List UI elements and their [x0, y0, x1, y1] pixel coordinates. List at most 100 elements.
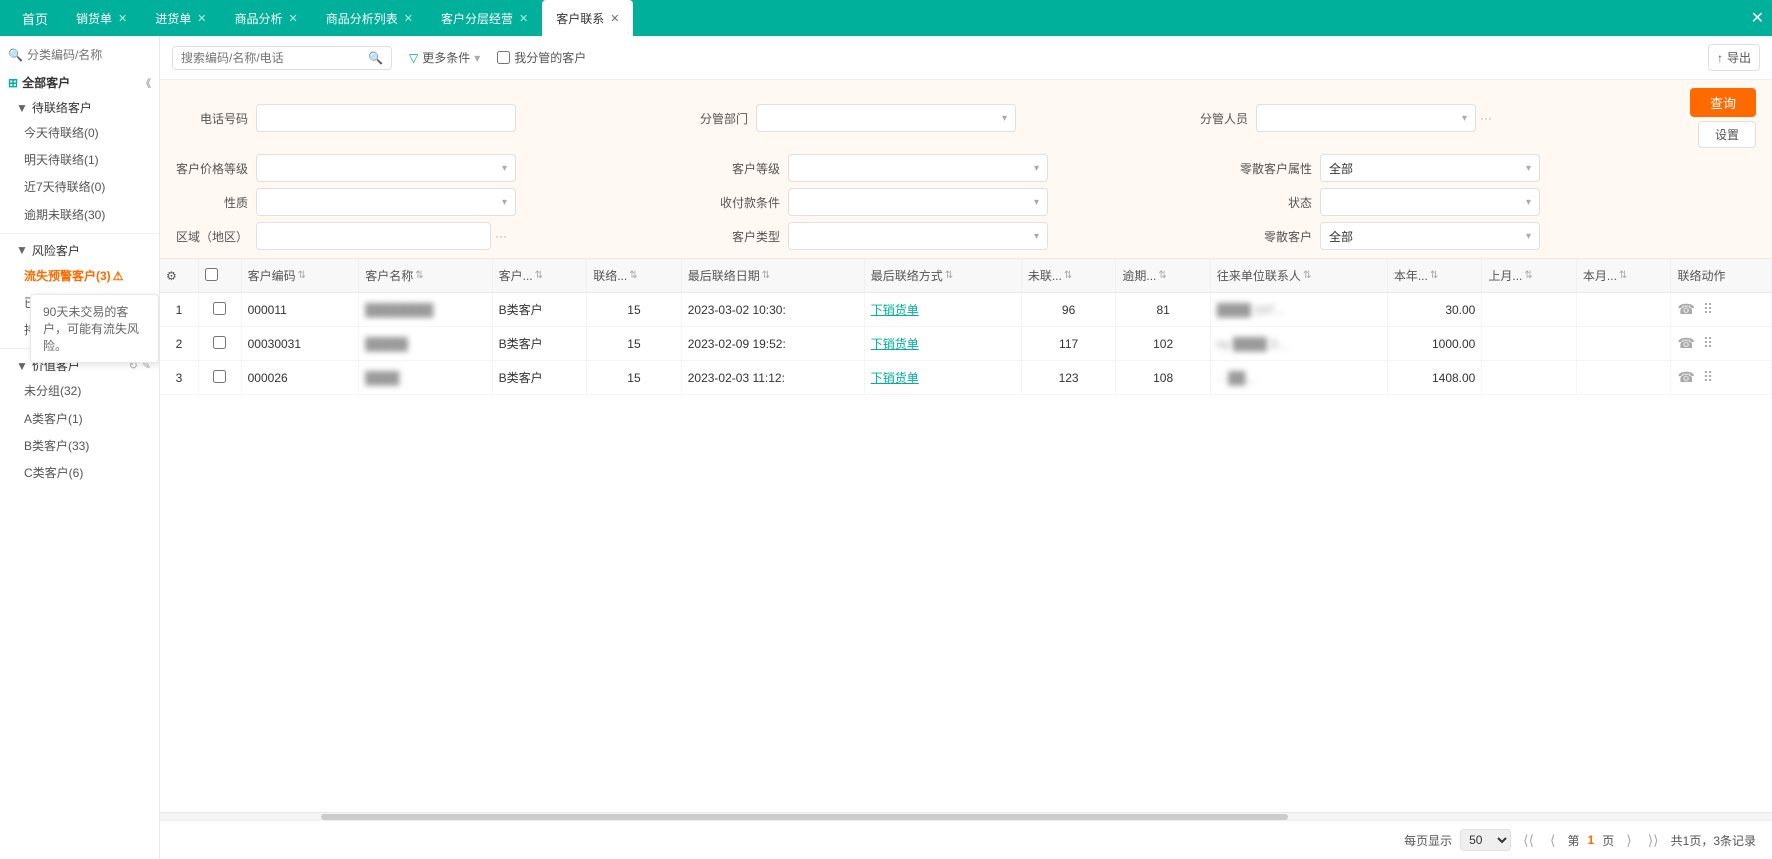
first-page-btn[interactable]: ⟨⟨ [1519, 830, 1538, 851]
th-customer-type[interactable]: 客户... ⇅ [492, 259, 587, 293]
th-last-contact-method[interactable]: 最后联络方式 ⇅ [864, 259, 1021, 293]
more-icon-1[interactable]: ⠿ [1703, 301, 1713, 318]
td-checkbox-3[interactable] [198, 361, 241, 395]
department-select[interactable]: ▾ [756, 104, 1016, 132]
th-uncontacted[interactable]: 未联... ⇅ [1021, 259, 1116, 293]
table-wrapper: ⚙ 客户编码 ⇅ 客户名称 [160, 259, 1772, 812]
retail-attr-select[interactable]: 全部 ▾ [1320, 154, 1540, 182]
query-btn[interactable]: 查询 [1690, 88, 1756, 117]
manager-more-dots[interactable]: ··· [1480, 111, 1492, 125]
phone-input[interactable] [256, 104, 516, 132]
sidebar-item-tomorrow[interactable]: 明天待联络(1) [0, 147, 159, 174]
tab-close-analysis[interactable]: ✕ [289, 12, 298, 25]
region-select[interactable] [256, 222, 491, 250]
settings-btn[interactable]: 设置 [1698, 121, 1756, 148]
contact-icon-3[interactable]: ☎ [1677, 369, 1694, 386]
orange-search-icon[interactable]: 🔍 [368, 51, 383, 65]
sidebar-collapse-btn[interactable]: 《 [141, 75, 151, 90]
tab-close-sales[interactable]: ✕ [118, 12, 127, 25]
td-action-2: ☎ ⠿ [1671, 327, 1772, 361]
tab-purchase[interactable]: 进货单 ✕ [141, 0, 220, 36]
page-label: 第 [1568, 832, 1580, 849]
th-last-contact-date[interactable]: 最后联络日期 ⇅ [681, 259, 864, 293]
filter-actions: 查询 设置 [1676, 88, 1756, 148]
sidebar-item-7days[interactable]: 近7天待联络(0) [0, 174, 159, 201]
filter-row-1: 电话号码 分管部门 ▾ 分管人员 ▾ [176, 88, 1756, 148]
sidebar-item-today[interactable]: 今天待联络(0) [0, 120, 159, 147]
region-more-dots[interactable]: ··· [495, 229, 507, 243]
close-window-btn[interactable]: ✕ [1751, 8, 1764, 28]
th-overdue[interactable]: 逾期... ⇅ [1116, 259, 1211, 293]
level-select[interactable]: ▾ [788, 154, 1048, 182]
prev-page-btn[interactable]: ⟨ [1546, 830, 1559, 851]
sidebar-group-risk[interactable]: ▼ 风险客户 [0, 238, 159, 263]
td-method-1[interactable]: 下销货单 [864, 293, 1021, 327]
chevron-manager: ▾ [1462, 113, 1467, 124]
tab-sales[interactable]: 销货单 ✕ [62, 0, 141, 36]
sidebar-item-churn-warning[interactable]: 流失预警客户(3) ⚠ [0, 263, 159, 290]
td-unit-2: ny ████ 3... [1210, 327, 1387, 361]
tab-close-customer-contact[interactable]: ✕ [610, 12, 619, 25]
th-last-month[interactable]: 上月... ⇅ [1482, 259, 1577, 293]
tab-close-customer-layer[interactable]: ✕ [519, 12, 528, 25]
sidebar-item-class-a[interactable]: A类客户(1) [0, 406, 159, 433]
tab-close-analysis-list[interactable]: ✕ [404, 12, 413, 25]
row-checkbox-3[interactable] [213, 370, 226, 383]
next-page-btn[interactable]: ⟩ [1622, 830, 1635, 851]
th-this-year[interactable]: 本年... ⇅ [1387, 259, 1482, 293]
tab-analysis-list[interactable]: 商品分析列表 ✕ [312, 0, 427, 36]
tab-close-purchase[interactable]: ✕ [197, 12, 206, 25]
tab-analysis[interactable]: 商品分析 ✕ [220, 0, 311, 36]
th-contact[interactable]: 联络... ⇅ [587, 259, 682, 293]
sidebar: 🔍 ⊞ 全部客户 《 ▼ 待联络客户 今天待联络(0) 明天待联络(1) 近7天… [0, 36, 160, 859]
search-icon: 🔍 [8, 48, 23, 62]
td-date-3: 2023-02-03 11:12: [681, 361, 864, 395]
status-select[interactable]: ▾ [1320, 188, 1540, 216]
filter-search-input[interactable] [181, 51, 364, 65]
filter-phone: 电话号码 [176, 104, 660, 132]
filter-search-box[interactable]: 🔍 [172, 46, 392, 70]
more-icon-2[interactable]: ⠿ [1703, 335, 1713, 352]
customer-type-select[interactable]: ▾ [788, 222, 1048, 250]
td-method-2[interactable]: 下销货单 [864, 327, 1021, 361]
gear-th[interactable]: ⚙ [160, 259, 198, 293]
sidebar-item-ungrouped[interactable]: 未分组(32) [0, 378, 159, 405]
payment-select[interactable]: ▾ [788, 188, 1048, 216]
gender-select[interactable]: ▾ [256, 188, 516, 216]
sidebar-root[interactable]: ⊞ 全部客户 《 [0, 70, 159, 95]
td-method-3[interactable]: 下销货单 [864, 361, 1021, 395]
sidebar-item-overdue[interactable]: 逾期未联络(30) [0, 202, 159, 229]
tab-customer-layer[interactable]: 客户分层经营 ✕ [427, 0, 542, 36]
more-icon-3[interactable]: ⠿ [1703, 369, 1713, 386]
td-checkbox-2[interactable] [198, 327, 241, 361]
per-page-select[interactable]: 50 100 200 [1460, 829, 1511, 851]
manager-select[interactable]: ▾ [1256, 104, 1476, 132]
last-page-btn[interactable]: ⟩⟩ [1644, 830, 1663, 851]
price-level-select[interactable]: ▾ [256, 154, 516, 182]
my-customers-checkbox[interactable]: 我分管的客户 [497, 49, 586, 66]
td-checkbox-1[interactable] [198, 293, 241, 327]
sidebar-item-class-b[interactable]: B类客户(33) [0, 433, 159, 460]
row-checkbox-1[interactable] [213, 302, 226, 315]
th-unit-contact[interactable]: 往来单位联系人 ⇅ [1210, 259, 1387, 293]
th-this-month[interactable]: 本月... ⇅ [1576, 259, 1671, 293]
contact-icon-1[interactable]: ☎ [1677, 301, 1694, 318]
sidebar-item-class-c[interactable]: C类客户(6) [0, 460, 159, 487]
row-checkbox-2[interactable] [213, 336, 226, 349]
th-name[interactable]: 客户名称 ⇅ [359, 259, 492, 293]
th-code[interactable]: 客户编码 ⇅ [241, 259, 359, 293]
checkbox-th[interactable] [198, 259, 241, 293]
retail-select[interactable]: 全部 ▾ [1320, 222, 1540, 250]
select-all-checkbox[interactable] [205, 268, 218, 281]
tab-customer-contact[interactable]: 客户联系 ✕ [542, 0, 633, 36]
my-customers-check[interactable] [497, 51, 510, 64]
sidebar-search-input[interactable] [27, 48, 151, 62]
contact-icon-2[interactable]: ☎ [1677, 335, 1694, 352]
export-btn[interactable]: ↑ 导出 [1708, 44, 1760, 71]
sidebar-group-pending[interactable]: ▼ 待联络客户 [0, 95, 159, 120]
tab-home[interactable]: 首页 [8, 0, 62, 36]
my-customers-label: 我分管的客户 [514, 49, 586, 66]
h-scrollbar[interactable] [160, 812, 1772, 820]
sort-icon-contact: ⇅ [629, 270, 637, 281]
filter-more-btn[interactable]: ▽ 更多条件 ▾ [400, 44, 489, 71]
